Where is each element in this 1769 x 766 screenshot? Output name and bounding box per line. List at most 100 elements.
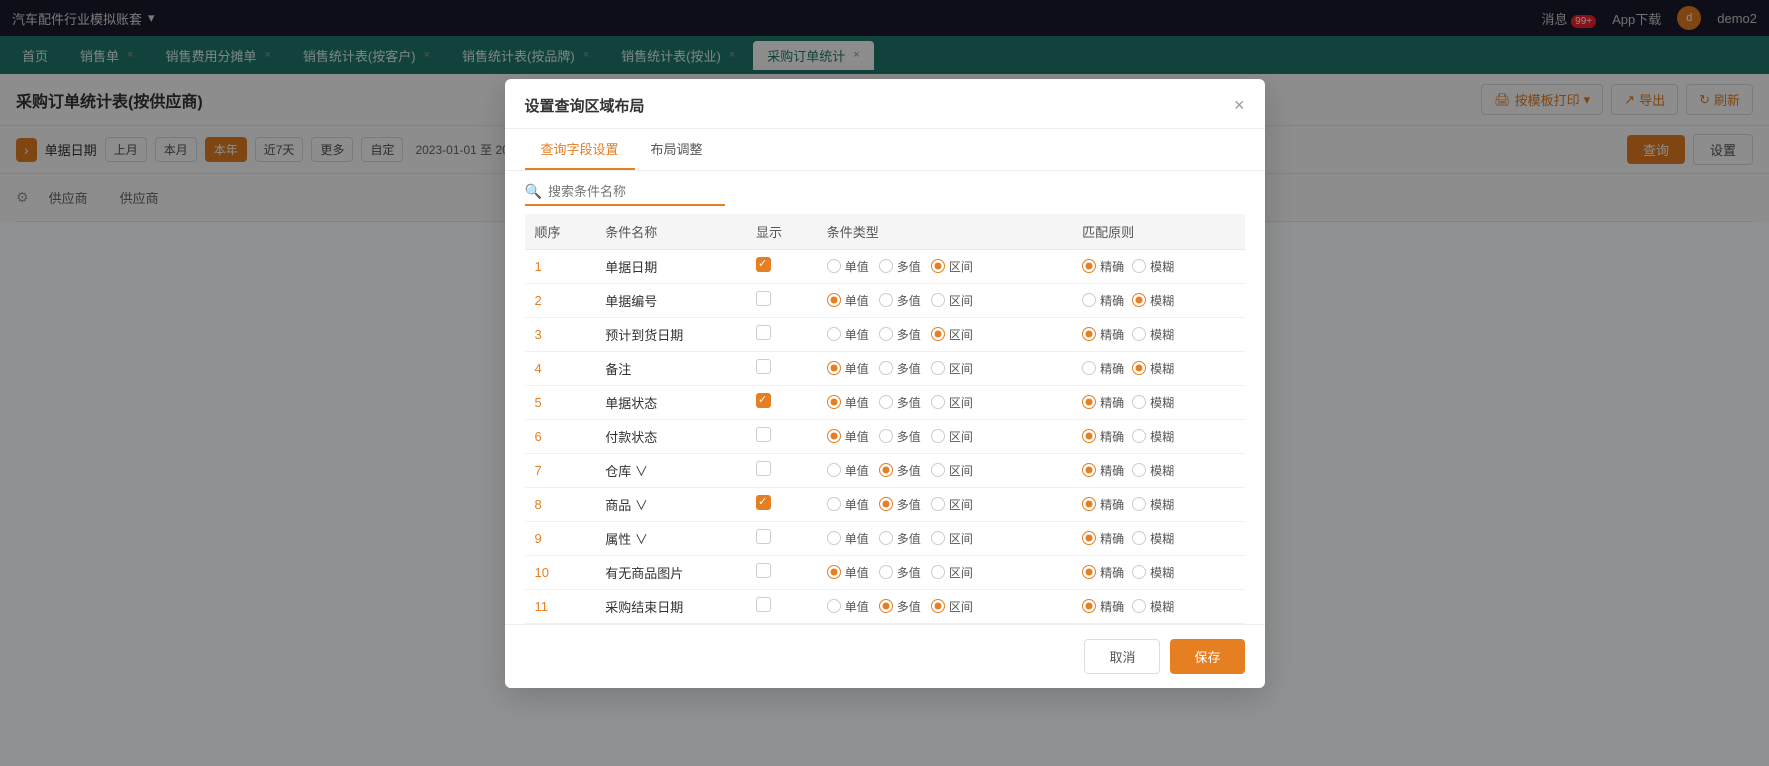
radio-match-exact[interactable]: 精确 bbox=[1082, 530, 1124, 547]
display-checkbox[interactable] bbox=[756, 495, 771, 510]
radio-cond-type-range[interactable]: 区间 bbox=[931, 326, 973, 343]
radio-cond-type-multiple[interactable]: 多值 bbox=[879, 428, 921, 445]
radio-match-exact[interactable]: 精确 bbox=[1082, 326, 1124, 343]
radio-cond-type-range[interactable]: 区间 bbox=[931, 258, 973, 275]
radio-cond-type-single[interactable]: 单值 bbox=[827, 258, 869, 275]
radio-circle-match-fuzzy bbox=[1132, 497, 1146, 511]
modal-tab-query-fields[interactable]: 查询字段设置 bbox=[525, 129, 635, 170]
radio-cond-type-multiple[interactable]: 多值 bbox=[879, 360, 921, 377]
radio-match-exact[interactable]: 精确 bbox=[1082, 292, 1124, 309]
display-checkbox[interactable] bbox=[756, 427, 771, 442]
display-checkbox[interactable] bbox=[756, 325, 771, 340]
row-order: 9 bbox=[525, 521, 596, 555]
radio-cond-type-single[interactable]: 单值 bbox=[827, 462, 869, 479]
radio-cond-type-multiple[interactable]: 多值 bbox=[879, 530, 921, 547]
radio-match-fuzzy[interactable]: 模糊 bbox=[1132, 564, 1174, 581]
radio-match-fuzzy[interactable]: 模糊 bbox=[1132, 326, 1174, 343]
radio-cond-type-range[interactable]: 区间 bbox=[931, 462, 973, 479]
radio-cond-type-range[interactable]: 区间 bbox=[931, 428, 973, 445]
save-button[interactable]: 保存 bbox=[1170, 639, 1244, 674]
radio-cond-type-single[interactable]: 单值 bbox=[827, 428, 869, 445]
radio-match-fuzzy[interactable]: 模糊 bbox=[1132, 258, 1174, 275]
row-order: 1 bbox=[525, 249, 596, 283]
radio-cond-type-range[interactable]: 区间 bbox=[931, 496, 973, 513]
row-cond-name: 单据状态 bbox=[595, 385, 746, 419]
table-row: 4备注单值多值区间精确模糊 bbox=[525, 351, 1245, 385]
radio-circle-match-fuzzy bbox=[1132, 599, 1146, 613]
radio-circle-multiple bbox=[879, 531, 893, 545]
radio-cond-type-single[interactable]: 单值 bbox=[827, 496, 869, 513]
row-cond-name: 付款状态 bbox=[595, 419, 746, 453]
radio-circle-match-exact bbox=[1082, 531, 1096, 545]
radio-match-fuzzy[interactable]: 模糊 bbox=[1132, 428, 1174, 445]
display-checkbox[interactable] bbox=[756, 529, 771, 544]
radio-cond-type-single[interactable]: 单值 bbox=[827, 394, 869, 411]
radio-circle-multiple bbox=[879, 395, 893, 409]
search-input[interactable] bbox=[548, 184, 708, 199]
row-display-checkbox-cell bbox=[746, 385, 817, 419]
radio-match-exact[interactable]: 精确 bbox=[1082, 360, 1124, 377]
radio-cond-type-multiple[interactable]: 多值 bbox=[879, 292, 921, 309]
radio-cond-type-single[interactable]: 单值 bbox=[827, 326, 869, 343]
radio-circle-match-fuzzy bbox=[1132, 463, 1146, 477]
radio-cond-type-single[interactable]: 单值 bbox=[827, 292, 869, 309]
radio-cond-type-multiple[interactable]: 多值 bbox=[879, 496, 921, 513]
radio-cond-type-single[interactable]: 单值 bbox=[827, 564, 869, 581]
radio-match-exact[interactable]: 精确 bbox=[1082, 496, 1124, 513]
display-checkbox[interactable] bbox=[756, 359, 771, 374]
display-checkbox[interactable] bbox=[756, 563, 771, 578]
radio-match-exact[interactable]: 精确 bbox=[1082, 394, 1124, 411]
radio-match-exact[interactable]: 精确 bbox=[1082, 564, 1124, 581]
radio-cond-type-single[interactable]: 单值 bbox=[827, 598, 869, 615]
table-row: 5单据状态单值多值区间精确模糊 bbox=[525, 385, 1245, 419]
radio-cond-type-single[interactable]: 单值 bbox=[827, 530, 869, 547]
row-order: 6 bbox=[525, 419, 596, 453]
display-checkbox[interactable] bbox=[756, 257, 771, 272]
row-order: 4 bbox=[525, 351, 596, 385]
radio-match-exact[interactable]: 精确 bbox=[1082, 258, 1124, 275]
radio-cond-type-multiple[interactable]: 多值 bbox=[879, 564, 921, 581]
radio-cond-type-range[interactable]: 区间 bbox=[931, 394, 973, 411]
display-checkbox[interactable] bbox=[756, 597, 771, 612]
radio-cond-type-multiple[interactable]: 多值 bbox=[879, 462, 921, 479]
radio-circle-single bbox=[827, 429, 841, 443]
radio-match-fuzzy[interactable]: 模糊 bbox=[1132, 462, 1174, 479]
cancel-button[interactable]: 取消 bbox=[1084, 639, 1160, 674]
radio-cond-type-multiple[interactable]: 多值 bbox=[879, 598, 921, 615]
radio-match-exact[interactable]: 精确 bbox=[1082, 598, 1124, 615]
modal-tab-layout[interactable]: 布局调整 bbox=[635, 129, 719, 170]
radio-cond-type-range[interactable]: 区间 bbox=[931, 530, 973, 547]
radio-match-fuzzy[interactable]: 模糊 bbox=[1132, 598, 1174, 615]
radio-circle-match-fuzzy bbox=[1132, 531, 1146, 545]
display-checkbox[interactable] bbox=[756, 461, 771, 476]
row-cond-type: 单值多值区间 bbox=[817, 317, 1072, 351]
order-number: 3 bbox=[535, 327, 542, 342]
display-checkbox[interactable] bbox=[756, 291, 771, 306]
row-cond-name: 有无商品图片 bbox=[595, 555, 746, 589]
radio-match-fuzzy[interactable]: 模糊 bbox=[1132, 530, 1174, 547]
radio-cond-type-range[interactable]: 区间 bbox=[931, 564, 973, 581]
modal-close-button[interactable]: × bbox=[1234, 96, 1245, 114]
row-display-checkbox-cell bbox=[746, 317, 817, 351]
radio-cond-type-multiple[interactable]: 多值 bbox=[879, 258, 921, 275]
col-condtype-header: 条件类型 bbox=[817, 214, 1072, 250]
radio-cond-type-range[interactable]: 区间 bbox=[931, 360, 973, 377]
radio-cond-type-range[interactable]: 区间 bbox=[931, 598, 973, 615]
radio-circle-match-fuzzy bbox=[1132, 429, 1146, 443]
radio-match-fuzzy[interactable]: 模糊 bbox=[1132, 496, 1174, 513]
radio-match-exact[interactable]: 精确 bbox=[1082, 462, 1124, 479]
row-display-checkbox-cell bbox=[746, 249, 817, 283]
radio-match-fuzzy[interactable]: 模糊 bbox=[1132, 394, 1174, 411]
radio-match-fuzzy[interactable]: 模糊 bbox=[1132, 292, 1174, 309]
row-cond-type: 单值多值区间 bbox=[817, 351, 1072, 385]
display-checkbox[interactable] bbox=[756, 393, 771, 408]
radio-cond-type-range[interactable]: 区间 bbox=[931, 292, 973, 309]
radio-cond-type-multiple[interactable]: 多值 bbox=[879, 394, 921, 411]
row-display-checkbox-cell bbox=[746, 419, 817, 453]
radio-cond-type-multiple[interactable]: 多值 bbox=[879, 326, 921, 343]
radio-match-fuzzy[interactable]: 模糊 bbox=[1132, 360, 1174, 377]
radio-cond-type-single[interactable]: 单值 bbox=[827, 360, 869, 377]
radio-match-exact[interactable]: 精确 bbox=[1082, 428, 1124, 445]
order-number: 4 bbox=[535, 361, 542, 376]
radio-circle-range bbox=[931, 429, 945, 443]
